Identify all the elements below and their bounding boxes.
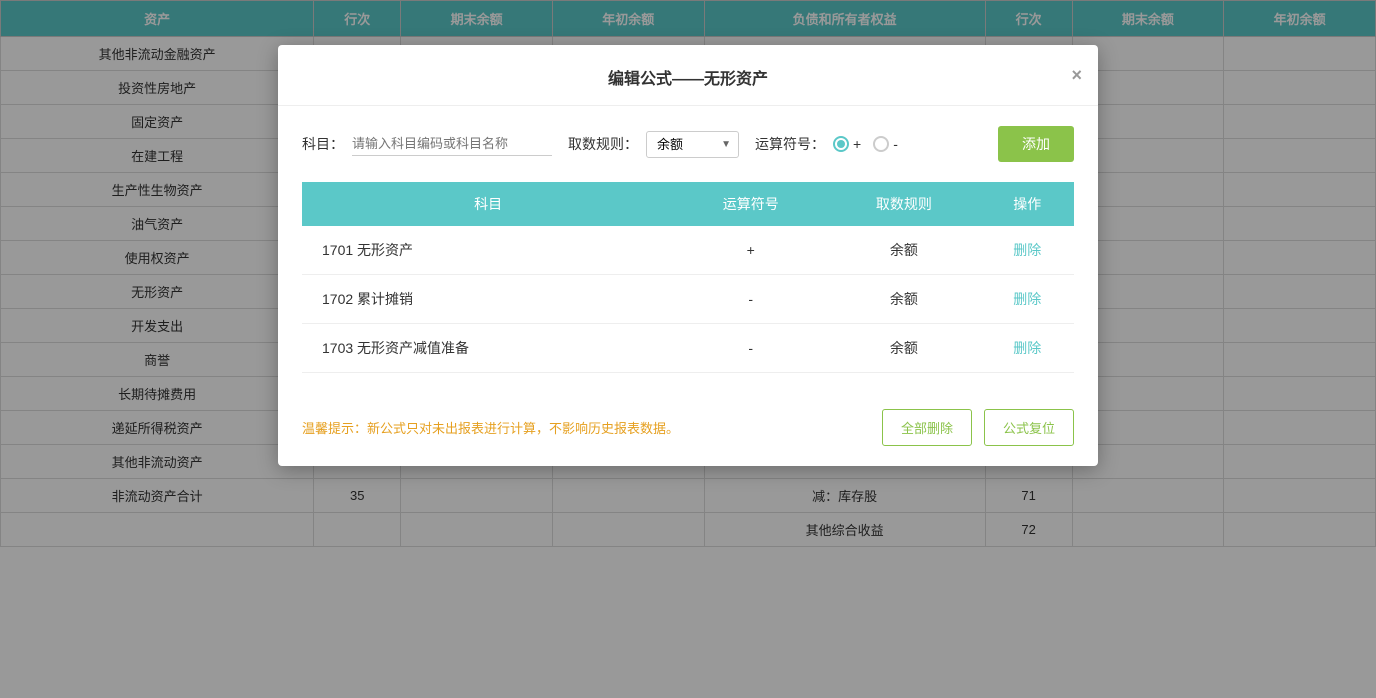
operator-minus-radio[interactable] [873, 136, 889, 152]
formula-action-cell: 删除 [980, 226, 1074, 275]
modal-overlay: 编辑公式——无形资产 × 科目： 取数规则： 余额 借方 贷方 [0, 0, 1376, 698]
modal-dialog: 编辑公式——无形资产 × 科目： 取数规则： 余额 借方 贷方 [278, 45, 1098, 466]
operator-plus-label: + [853, 136, 861, 152]
reset-formula-button[interactable]: 公式复位 [984, 409, 1074, 446]
operator-minus-label: - [893, 136, 898, 152]
formula-subject-cell: 1701 无形资产 [302, 226, 674, 275]
formula-delete-button[interactable]: 删除 [1013, 338, 1041, 358]
formula-operator-cell: - [674, 275, 827, 324]
formula-operator-cell: - [674, 324, 827, 373]
modal-title: 编辑公式——无形资产 [608, 71, 768, 88]
formula-action-cell: 删除 [980, 275, 1074, 324]
formula-rule-cell: 余额 [827, 275, 980, 324]
operator-plus-radio[interactable] [833, 136, 849, 152]
formula-subject-cell: 1703 无形资产减值准备 [302, 324, 674, 373]
subject-input[interactable] [352, 132, 552, 156]
formula-column-header: 运算符号 [674, 182, 827, 226]
subject-group: 科目： [302, 132, 552, 156]
operator-plus-item[interactable]: + [833, 136, 861, 152]
formula-table-header: 科目运算符号取数规则操作 [302, 182, 1074, 226]
rule-label: 取数规则： [568, 134, 638, 154]
operator-label: 运算符号： [755, 134, 825, 154]
formula-table: 科目运算符号取数规则操作 1701 无形资产+余额删除1702 累计摊销-余额删… [302, 182, 1074, 373]
formula-table-row: 1701 无形资产+余额 删除 [302, 226, 1074, 275]
modal-header: 编辑公式——无形资产 × [278, 45, 1098, 106]
formula-table-row: 1702 累计摊销-余额 删除 [302, 275, 1074, 324]
formula-rule-cell: 余额 [827, 324, 980, 373]
form-row: 科目： 取数规则： 余额 借方 贷方 期初余额 ▼ [302, 126, 1074, 162]
formula-subject-cell: 1702 累计摊销 [302, 275, 674, 324]
operator-radio-group: + - [833, 136, 898, 152]
formula-table-body: 1701 无形资产+余额删除1702 累计摊销-余额删除1703 无形资产减值准… [302, 226, 1074, 373]
formula-column-header: 取数规则 [827, 182, 980, 226]
formula-operator-cell: + [674, 226, 827, 275]
rule-select[interactable]: 余额 借方 贷方 期初余额 [646, 131, 739, 158]
operator-minus-item[interactable]: - [873, 136, 898, 152]
formula-delete-button[interactable]: 删除 [1013, 240, 1041, 260]
rule-select-wrap: 余额 借方 贷方 期初余额 ▼ [646, 131, 739, 158]
add-button[interactable]: 添加 [998, 126, 1074, 162]
formula-delete-button[interactable]: 删除 [1013, 289, 1041, 309]
formula-table-row: 1703 无形资产减值准备-余额 删除 [302, 324, 1074, 373]
operator-group: 运算符号： + - [755, 134, 898, 154]
rule-group: 取数规则： 余额 借方 贷方 期初余额 ▼ [568, 131, 739, 158]
footer-buttons: 全部删除 公式复位 [882, 409, 1074, 446]
footer-tip: 温馨提示：新公式只对未出报表进行计算，不影响历史报表数据。 [302, 418, 679, 437]
modal-body: 科目： 取数规则： 余额 借方 贷方 期初余额 ▼ [278, 106, 1098, 393]
modal-close-button[interactable]: × [1071, 66, 1082, 84]
modal-footer: 温馨提示：新公式只对未出报表进行计算，不影响历史报表数据。 全部删除 公式复位 [278, 393, 1098, 466]
delete-all-button[interactable]: 全部删除 [882, 409, 972, 446]
formula-column-header: 操作 [980, 182, 1074, 226]
subject-label: 科目： [302, 134, 344, 154]
formula-action-cell: 删除 [980, 324, 1074, 373]
formula-rule-cell: 余额 [827, 226, 980, 275]
formula-column-header: 科目 [302, 182, 674, 226]
